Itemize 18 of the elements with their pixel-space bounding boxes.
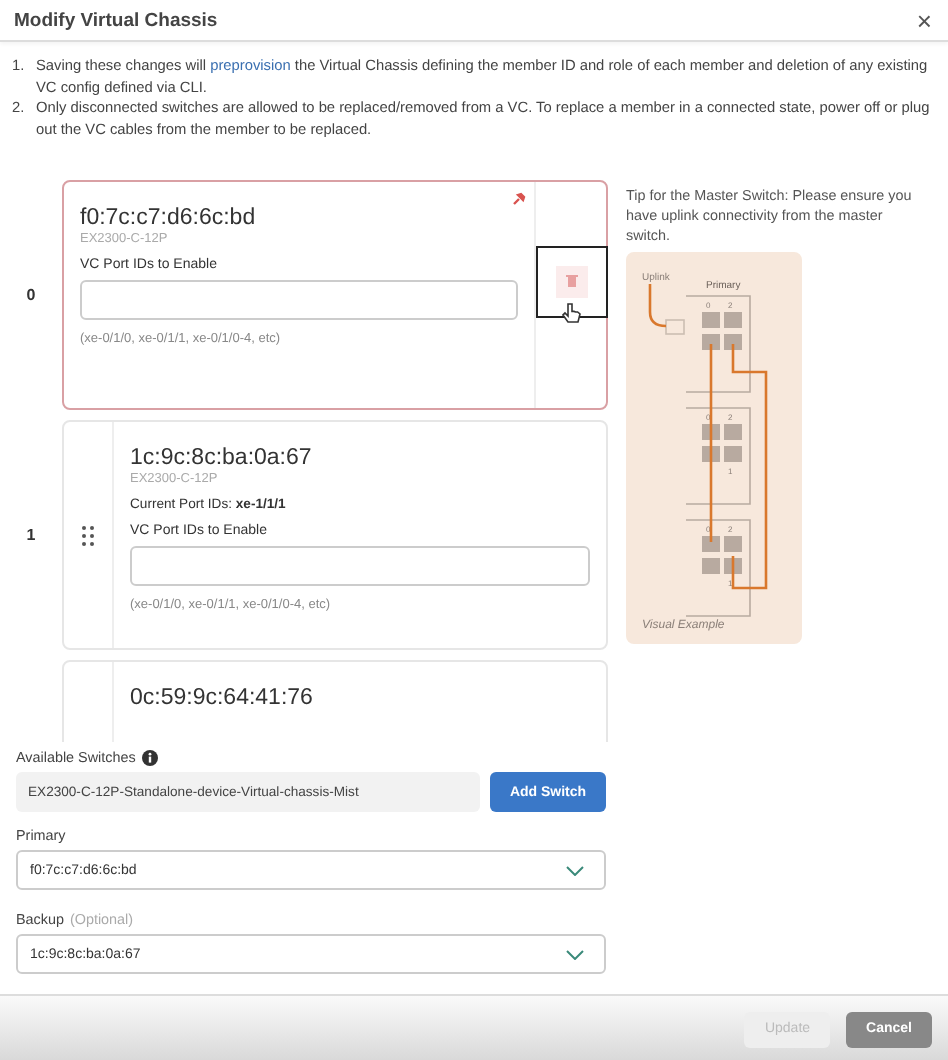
port-ids-field[interactable] [130, 546, 590, 586]
chevron-icon [566, 865, 584, 875]
hand-cursor-icon [561, 301, 581, 325]
trash-icon [565, 274, 577, 288]
port-ids-field[interactable] [80, 280, 518, 320]
mac-address: 1c:9c:8c:ba:0a:67 [130, 446, 314, 470]
close-button[interactable]: × [916, 7, 932, 33]
member-index: 0 [26, 286, 36, 304]
info-icon [141, 749, 158, 765]
dialog-title: Modify Virtual Chassis [14, 9, 218, 31]
member-card[interactable]: 0c:59:9c:64:41:76 [62, 660, 608, 742]
drag-handle-icon[interactable] [82, 525, 94, 545]
chevron-icon [566, 949, 584, 959]
pin-icon [512, 192, 526, 206]
mac-address: 0c:59:9c:64:41:76 [130, 686, 315, 710]
member-index: 1 [26, 526, 36, 544]
delete-button[interactable] [555, 265, 587, 297]
mac-address: f0:7c:c7:d6:6c:bd [80, 206, 258, 230]
